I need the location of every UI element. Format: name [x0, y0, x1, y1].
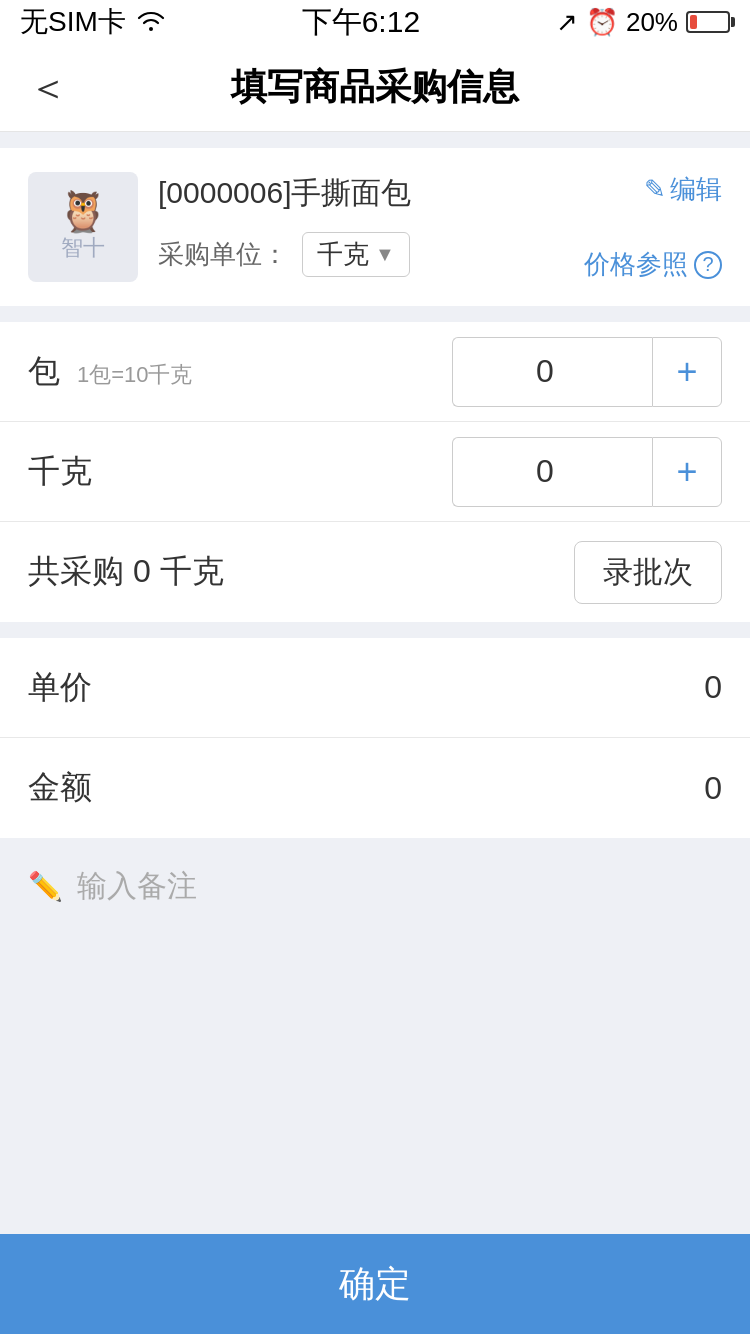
nav-bar: ＜ 填写商品采购信息	[0, 44, 750, 132]
bag-input-group: +	[452, 337, 722, 407]
status-right: ↗ ⏰ 20%	[556, 7, 730, 38]
page-title: 填写商品采购信息	[231, 63, 519, 112]
price-info-section: 单价 0 金额 0	[0, 638, 750, 838]
mid-divider-2	[0, 622, 750, 638]
bag-label-group: 包 1包=10千克	[28, 350, 452, 394]
kg-plus-button[interactable]: +	[652, 437, 722, 507]
kg-quantity-input[interactable]	[452, 437, 652, 507]
amount-value: 0	[704, 770, 722, 807]
unit-label: 采购单位：	[158, 237, 288, 272]
owl-logo-icon: 🦉	[58, 191, 108, 231]
status-left: 无SIM卡	[20, 3, 166, 41]
kg-input-group: +	[452, 437, 722, 507]
record-batch-button[interactable]: 录批次	[574, 541, 722, 604]
battery-icon	[686, 11, 730, 33]
unit-value: 千克	[317, 237, 369, 272]
price-ref-button[interactable]: 价格参照 ?	[584, 247, 722, 282]
edit-button[interactable]: ✎ 编辑	[644, 172, 722, 207]
unit-price-value: 0	[704, 669, 722, 706]
carrier-label: 无SIM卡	[20, 3, 126, 41]
kg-label: 千克	[28, 450, 452, 494]
bag-quantity-input[interactable]	[452, 337, 652, 407]
unit-price-row: 单价 0	[0, 638, 750, 738]
top-divider	[0, 132, 750, 148]
status-time: 下午6:12	[302, 2, 420, 43]
price-ref-label: 价格参照	[584, 247, 688, 282]
bag-label: 包	[28, 353, 60, 389]
product-image: 🦉 智十	[28, 172, 138, 282]
dropdown-arrow-icon: ▼	[375, 243, 395, 266]
input-section: 包 1包=10千克 + 千克 +	[0, 322, 750, 522]
remark-placeholder: 输入备注	[77, 866, 197, 907]
location-icon: ↗	[556, 7, 578, 38]
wifi-icon	[136, 6, 166, 38]
unit-select[interactable]: 千克 ▼	[302, 232, 410, 277]
bag-sublabel: 1包=10千克	[77, 362, 193, 387]
bag-input-row: 包 1包=10千克 +	[0, 322, 750, 422]
summary-row: 共采购 0 千克 录批次	[0, 522, 750, 622]
info-icon: ?	[694, 251, 722, 279]
amount-label: 金额	[28, 766, 92, 810]
summary-text: 共采购 0 千克	[28, 550, 224, 594]
status-bar: 无SIM卡 下午6:12 ↗ ⏰ 20%	[0, 0, 750, 44]
edit-icon: ✎	[644, 174, 666, 205]
bag-plus-button[interactable]: +	[652, 337, 722, 407]
unit-price-label: 单价	[28, 666, 92, 710]
mid-divider-1	[0, 306, 750, 322]
confirm-button[interactable]: 确定	[0, 1234, 750, 1334]
battery-percent: 20%	[626, 7, 678, 38]
alarm-icon: ⏰	[586, 7, 618, 38]
amount-row: 金额 0	[0, 738, 750, 838]
product-name: [0000006]手撕面包	[158, 172, 722, 214]
bottom-spacer	[0, 938, 750, 1238]
pencil-icon: ✏️	[28, 870, 63, 903]
kg-input-row: 千克 +	[0, 422, 750, 522]
remark-section[interactable]: ✏️ 输入备注	[0, 838, 750, 938]
back-button[interactable]: ＜	[28, 60, 68, 115]
owl-text-label: 智十	[61, 233, 105, 263]
product-card: 🦉 智十 [0000006]手撕面包 采购单位： 千克 ▼ ✎ 编辑 价格参照 …	[0, 148, 750, 306]
